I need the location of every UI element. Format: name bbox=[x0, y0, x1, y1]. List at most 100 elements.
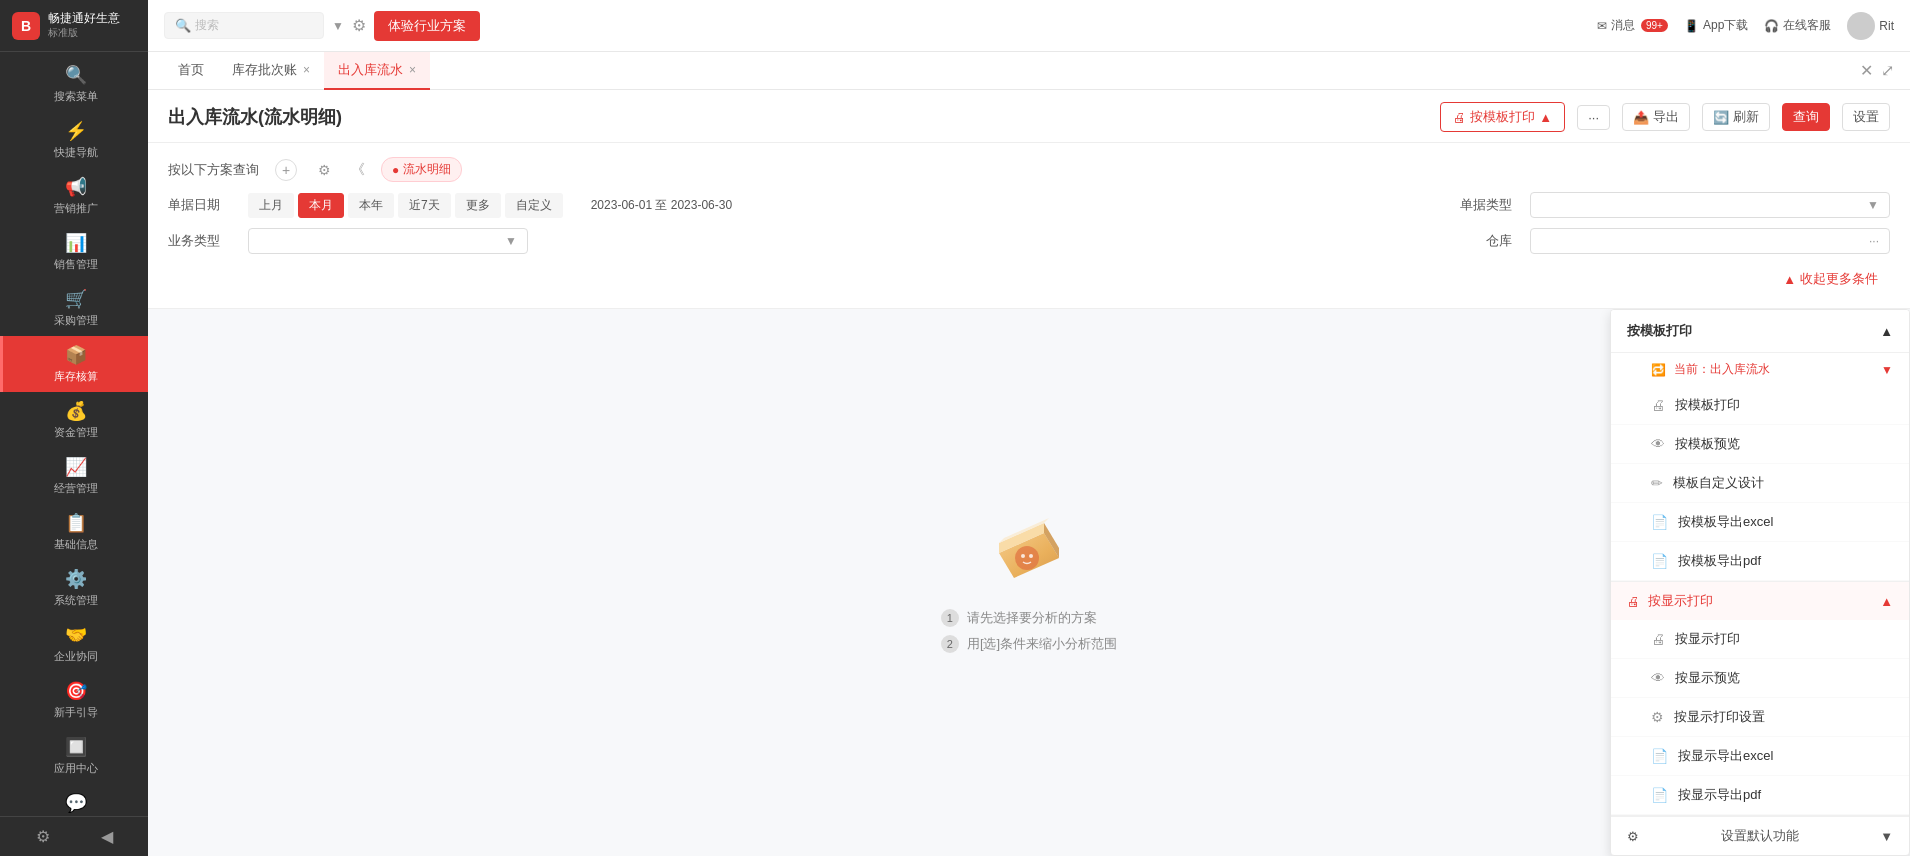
sidebar-footer[interactable]: ⚙ ◀ bbox=[0, 816, 148, 856]
gear-icon[interactable]: ⚙ bbox=[352, 16, 366, 35]
logo-subtitle: 标准版 bbox=[48, 26, 120, 40]
sidebar-item-purchase[interactable]: 🛒采购管理 bbox=[0, 280, 148, 336]
dropdown-section1: 🖨 按模板打印 👁 按模板预览 ✏ 模板自定义设计 📄 按模板导出excel 📄 bbox=[1611, 386, 1909, 582]
doc-type-filter-label: 单据类型 bbox=[1460, 196, 1514, 214]
warehouse-select[interactable]: ··· bbox=[1530, 228, 1890, 254]
filter-settings-icon[interactable]: ⚙ bbox=[313, 159, 335, 181]
chevron-down-icon[interactable]: ▼ bbox=[332, 19, 344, 33]
guide-label: 新手引导 bbox=[54, 705, 98, 720]
content-area: 1 请先选择要分析的方案 2 用[选]条件来缩小分析范围 按模板打印 ▲ 🔁 当… bbox=[148, 309, 1910, 856]
sidebar-item-wechat[interactable]: 💬企业微信 bbox=[0, 784, 148, 816]
template-print-label: 按模板打印 bbox=[1675, 396, 1740, 414]
dropdown-item-display-preview[interactable]: 👁 按显示预览 bbox=[1611, 659, 1909, 698]
date-tag-近7天[interactable]: 近7天 bbox=[398, 193, 451, 218]
dropdown-item-template-excel[interactable]: 📄 按模板导出excel bbox=[1611, 503, 1909, 542]
display-print-settings-label: 按显示打印设置 bbox=[1674, 708, 1765, 726]
tab-home[interactable]: 首页 bbox=[164, 52, 218, 90]
basics-icon: 📋 bbox=[65, 512, 87, 534]
tab-flow[interactable]: 出入库流水× bbox=[324, 52, 430, 90]
date-filter-label: 单据日期 bbox=[168, 196, 232, 214]
dropdown-item-display-print[interactable]: 🖨 按显示打印 bbox=[1611, 620, 1909, 659]
user-name: Rit bbox=[1879, 19, 1894, 33]
dropdown-item-display-excel[interactable]: 📄 按显示导出excel bbox=[1611, 737, 1909, 776]
tab-batch-close[interactable]: × bbox=[303, 63, 310, 77]
sidebar-item-search[interactable]: 🔍搜索菜单 bbox=[0, 56, 148, 112]
chip-label: 流水明细 bbox=[403, 161, 451, 178]
tab-batch-label: 库存批次账 bbox=[232, 61, 297, 79]
purchase-icon: 🛒 bbox=[65, 288, 87, 310]
collapse-filter-btn[interactable]: ▲ 收起更多条件 bbox=[1771, 264, 1890, 294]
add-filter-btn[interactable]: + bbox=[275, 159, 297, 181]
sidebar-item-basics[interactable]: 📋基础信息 bbox=[0, 504, 148, 560]
expand-icon[interactable]: ⤢ bbox=[1881, 61, 1894, 80]
business-type-select[interactable]: ▼ bbox=[248, 228, 528, 254]
dropdown-expand-icon[interactable]: ▼ bbox=[1881, 363, 1893, 377]
system-label: 系统管理 bbox=[54, 593, 98, 608]
date-tag-自定义[interactable]: 自定义 bbox=[505, 193, 563, 218]
dropdown-chevron-up-icon[interactable]: ▲ bbox=[1880, 324, 1893, 339]
step-1-label: 请先选择要分析的方案 bbox=[967, 609, 1097, 627]
doc-type-select[interactable]: ▼ bbox=[1530, 192, 1890, 218]
date-tag-上月[interactable]: 上月 bbox=[248, 193, 294, 218]
industry-btn[interactable]: 体验行业方案 bbox=[374, 11, 480, 41]
sidebar-item-sales[interactable]: 📊 销售管理 bbox=[0, 224, 148, 280]
marketing-icon: 📢 bbox=[65, 176, 87, 198]
tab-batch[interactable]: 库存批次账 × bbox=[218, 52, 324, 90]
dropdown-item-template-pdf[interactable]: 📄 按模板导出pdf bbox=[1611, 542, 1909, 581]
settings-icon[interactable]: ⚙ bbox=[36, 827, 50, 846]
message-item[interactable]: ✉ 消息 99+ bbox=[1597, 17, 1668, 34]
dropdown-item-template-print[interactable]: 🖨 按模板打印 bbox=[1611, 386, 1909, 425]
dropdown-item-template-customize[interactable]: ✏ 模板自定义设计 bbox=[1611, 464, 1909, 503]
refresh-btn[interactable]: 🔄 刷新 bbox=[1702, 103, 1770, 131]
sidebar-item-finance[interactable]: 💰资金管理 bbox=[0, 392, 148, 448]
enterprise-icon: 🤝 bbox=[65, 624, 87, 646]
filter-area: 按以下方案查询 + ⚙ 《 ● 流水明细 单据日期 上月本月本年近7天更多自定义… bbox=[148, 143, 1910, 309]
sidebar-item-guide[interactable]: 🎯新手引导 bbox=[0, 672, 148, 728]
printer-icon-1: 🖨 bbox=[1651, 397, 1665, 413]
inventory-label: 库存核算 bbox=[54, 369, 98, 384]
settings-btn[interactable]: 设置 bbox=[1842, 103, 1890, 131]
dropdown-header: 按模板打印 ▲ bbox=[1611, 310, 1909, 353]
query-btn[interactable]: 查询 bbox=[1782, 103, 1830, 131]
print-template-btn[interactable]: 🖨 按模板打印 ▲ bbox=[1440, 102, 1565, 132]
app-download-item[interactable]: 📱 App下载 bbox=[1684, 17, 1748, 34]
filter-chip[interactable]: ● 流水明细 bbox=[381, 157, 462, 182]
more-options-btn[interactable]: ··· bbox=[1577, 105, 1610, 130]
sidebar-item-inventory[interactable]: 📦库存核算 bbox=[0, 336, 148, 392]
display-preview-label: 按显示预览 bbox=[1675, 669, 1740, 687]
collapse-icon[interactable]: ◀ bbox=[101, 827, 113, 846]
filter-collapse-icon[interactable]: 《 bbox=[351, 161, 365, 179]
tab-flow-close[interactable]: × bbox=[409, 63, 416, 77]
business-type-label: 业务类型 bbox=[168, 232, 232, 250]
printer-icon: 🖨 bbox=[1453, 110, 1466, 125]
pdf-icon-1: 📄 bbox=[1651, 553, 1668, 569]
step-1-num: 1 bbox=[941, 609, 959, 627]
sidebar-item-system[interactable]: ⚙️系统管理 bbox=[0, 560, 148, 616]
empty-step-2: 2 用[选]条件来缩小分析范围 bbox=[941, 635, 1117, 653]
dropdown-section2-title[interactable]: 🖨 按显示打印 ▲ bbox=[1611, 582, 1909, 620]
date-tag-本月[interactable]: 本月 bbox=[298, 193, 344, 218]
date-tag-更多[interactable]: 更多 bbox=[455, 193, 501, 218]
dropdown-item-display-print-settings[interactable]: ⚙ 按显示打印设置 bbox=[1611, 698, 1909, 737]
finance-icon: 💰 bbox=[65, 400, 87, 422]
close-all-icon[interactable]: ✕ bbox=[1860, 61, 1873, 80]
sidebar-item-operations[interactable]: 📈经营管理 bbox=[0, 448, 148, 504]
sidebar-item-marketing[interactable]: 📢营销推广 bbox=[0, 168, 148, 224]
sidebar-item-enterprise[interactable]: 🤝企业协同 bbox=[0, 616, 148, 672]
dropdown-item-display-pdf[interactable]: 📄 按显示导出pdf bbox=[1611, 776, 1909, 815]
section2-chevron-icon[interactable]: ▲ bbox=[1880, 594, 1893, 609]
eye-icon-1: 👁 bbox=[1651, 436, 1665, 452]
sales-label: 销售管理 bbox=[54, 257, 98, 272]
sidebar-item-apps[interactable]: 🔲应用中心 bbox=[0, 728, 148, 784]
sales-icon: 📊 bbox=[65, 232, 87, 254]
date-tag-本年[interactable]: 本年 bbox=[348, 193, 394, 218]
dropdown-item-template-preview[interactable]: 👁 按模板预览 bbox=[1611, 425, 1909, 464]
display-excel-label: 按显示导出excel bbox=[1678, 747, 1773, 765]
tab-home-label: 首页 bbox=[178, 61, 204, 79]
user-item[interactable]: Rit bbox=[1847, 12, 1894, 40]
service-item[interactable]: 🎧 在线客服 bbox=[1764, 17, 1831, 34]
dropdown-footer[interactable]: ⚙ 设置默认功能 ▼ bbox=[1611, 816, 1909, 855]
export-btn[interactable]: 📤 导出 bbox=[1622, 103, 1690, 131]
sidebar-item-shortcut[interactable]: ⚡快捷导航 bbox=[0, 112, 148, 168]
dropdown-footer-label: 设置默认功能 bbox=[1721, 827, 1799, 845]
